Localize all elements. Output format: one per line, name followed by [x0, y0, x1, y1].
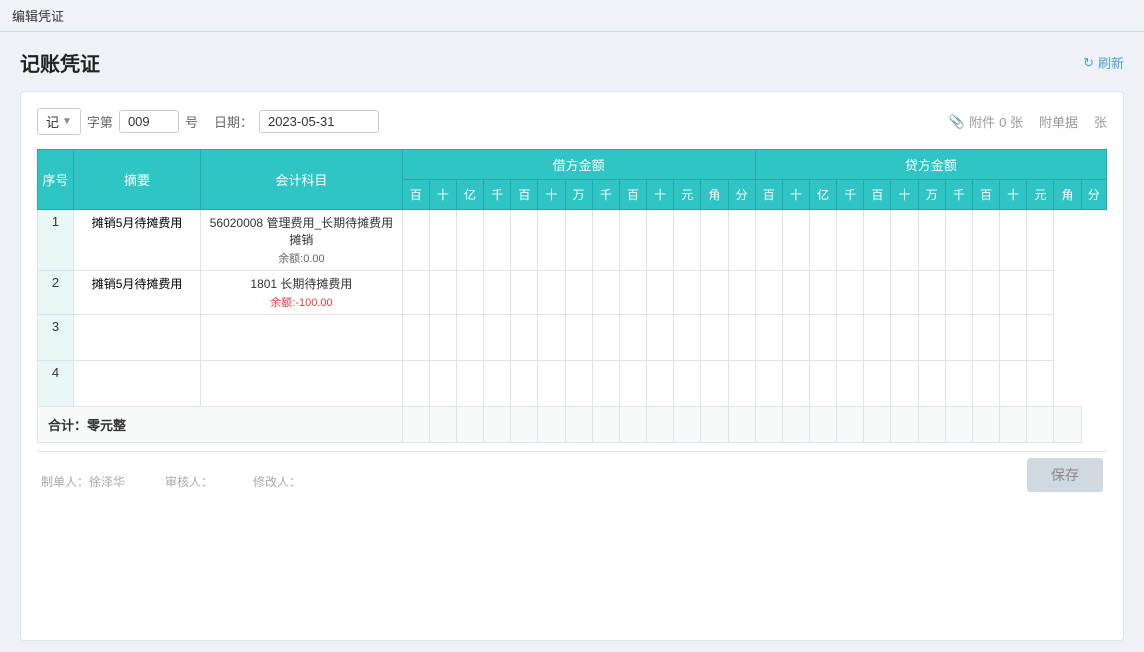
credit-bai3: 百 — [972, 180, 999, 210]
account-code-name: 56020008 管理费用_长期待摊费用摊销 — [207, 214, 395, 248]
debit-shi3: 十 — [647, 180, 674, 210]
balance-text: 余额:0.00 — [207, 250, 395, 266]
col-debit-header: 借方金额 — [402, 150, 755, 180]
debit-qian2: 千 — [592, 180, 619, 210]
table-row[interactable]: 4 — [38, 361, 1107, 407]
credit-wan: 万 — [918, 180, 945, 210]
balance-text-negative: 余额:-100.00 — [207, 294, 395, 310]
main-container: 记账凭证 ↻ 刷新 记 ▼ 字第 号 日期： 📎 — [0, 32, 1144, 652]
seq-cell: 3 — [38, 315, 74, 361]
summary-cell[interactable]: 摊销5月待摊费用 — [73, 271, 200, 315]
voucher-table-wrapper: 序号 摘要 会计科目 借方金额 贷方金额 百 十 亿 千 百 十 万 — [37, 149, 1107, 443]
table-row[interactable]: 3 — [38, 315, 1107, 361]
attach-zhang: 张 — [1094, 112, 1107, 131]
summary-cell[interactable] — [73, 361, 200, 407]
credit-shi2: 十 — [891, 180, 918, 210]
reviewer-label: 审核人： — [165, 473, 213, 490]
debit-wan: 万 — [565, 180, 592, 210]
debit-qian: 千 — [484, 180, 511, 210]
credit-shi3: 十 — [1000, 180, 1027, 210]
debit-fen: 分 — [728, 180, 755, 210]
col-summary-header: 摘要 — [73, 150, 200, 210]
credit-bai: 百 — [755, 180, 782, 210]
voucher-card: 记 ▼ 字第 号 日期： 📎 附件 0 张 附单据 张 — [20, 91, 1124, 641]
credit-jiao: 角 — [1054, 180, 1081, 210]
col-seq-header: 序号 — [38, 150, 74, 210]
date-field-group: 日期： — [214, 110, 379, 133]
seq-cell: 2 — [38, 271, 74, 315]
paperclip-icon: 📎 — [949, 114, 965, 130]
type-field-group: 记 ▼ 字第 号 — [37, 108, 198, 135]
credit-yuan: 元 — [1027, 180, 1054, 210]
table-header-top: 序号 摘要 会计科目 借方金额 贷方金额 — [38, 150, 1107, 180]
refresh-icon: ↻ — [1083, 55, 1094, 71]
type-value: 记 — [46, 112, 59, 131]
debit-bai2: 百 — [511, 180, 538, 210]
credit-qian2: 千 — [945, 180, 972, 210]
credit-bai2: 百 — [864, 180, 891, 210]
date-input[interactable] — [259, 110, 379, 133]
form-row: 记 ▼ 字第 号 日期： 📎 附件 0 张 附单据 张 — [37, 108, 1107, 135]
attach-label: 附件 — [969, 112, 995, 131]
debit-yi: 亿 — [456, 180, 483, 210]
credit-yi: 亿 — [810, 180, 837, 210]
account-cell[interactable] — [201, 361, 402, 407]
dropdown-arrow-icon: ▼ — [62, 116, 72, 127]
number-input[interactable] — [119, 110, 179, 133]
refresh-label: 刷新 — [1098, 53, 1124, 72]
col-account-header: 会计科目 — [201, 150, 402, 210]
footer-info: 制单人：徐泽华 审核人： 修改人： — [41, 473, 301, 490]
debit-jiao: 角 — [701, 180, 728, 210]
maker-label: 制单人：徐泽华 — [41, 473, 125, 490]
attach-note[interactable]: 附单据 — [1039, 112, 1078, 131]
account-cell[interactable] — [201, 315, 402, 361]
total-row: 合计：零元整 — [38, 407, 1107, 443]
title-bar: 编辑凭证 — [0, 0, 1144, 32]
debit-shi: 十 — [429, 180, 456, 210]
debit-shi2: 十 — [538, 180, 565, 210]
debit-bai: 百 — [402, 180, 429, 210]
zi-label: 字第 — [87, 112, 113, 131]
page-title: 记账凭证 — [20, 48, 100, 77]
table-row[interactable]: 2 摊销5月待摊费用 1801 长期待摊费用 余额:-100.00 — [38, 271, 1107, 315]
debit-yuan: 元 — [674, 180, 701, 210]
page-header: 记账凭证 ↻ 刷新 — [20, 48, 1124, 77]
account-cell[interactable]: 56020008 管理费用_长期待摊费用摊销 余额:0.00 — [201, 210, 402, 271]
modifier-label: 修改人： — [253, 473, 301, 490]
attach-link[interactable]: 📎 附件 0 张 — [949, 112, 1023, 131]
attachment-area: 📎 附件 0 张 附单据 张 — [949, 112, 1107, 131]
account-cell[interactable]: 1801 长期待摊费用 余额:-100.00 — [201, 271, 402, 315]
seq-cell: 1 — [38, 210, 74, 271]
col-credit-header: 贷方金额 — [755, 150, 1106, 180]
date-label: 日期： — [214, 112, 253, 131]
hao-label: 号 — [185, 112, 198, 131]
total-label-text: 合计：零元整 — [48, 418, 126, 433]
refresh-button[interactable]: ↻ 刷新 — [1083, 53, 1124, 72]
credit-fen: 分 — [1081, 180, 1106, 210]
seq-cell: 4 — [38, 361, 74, 407]
debit-bai3: 百 — [619, 180, 646, 210]
credit-qian: 千 — [837, 180, 864, 210]
credit-shi: 十 — [782, 180, 809, 210]
title-bar-label: 编辑凭证 — [12, 6, 64, 25]
save-button[interactable]: 保存 — [1027, 458, 1103, 492]
account-code-name: 1801 长期待摊费用 — [207, 275, 395, 292]
summary-cell[interactable]: 摊销5月待摊费用 — [73, 210, 200, 271]
attach-count: 0 张 — [999, 112, 1023, 131]
type-dropdown[interactable]: 记 ▼ — [37, 108, 81, 135]
voucher-table: 序号 摘要 会计科目 借方金额 贷方金额 百 十 亿 千 百 十 万 — [37, 149, 1107, 443]
summary-cell[interactable] — [73, 315, 200, 361]
footer-row: 制单人：徐泽华 审核人： 修改人： 保存 — [37, 451, 1107, 498]
table-row[interactable]: 1 摊销5月待摊费用 56020008 管理费用_长期待摊费用摊销 余额:0.0… — [38, 210, 1107, 271]
